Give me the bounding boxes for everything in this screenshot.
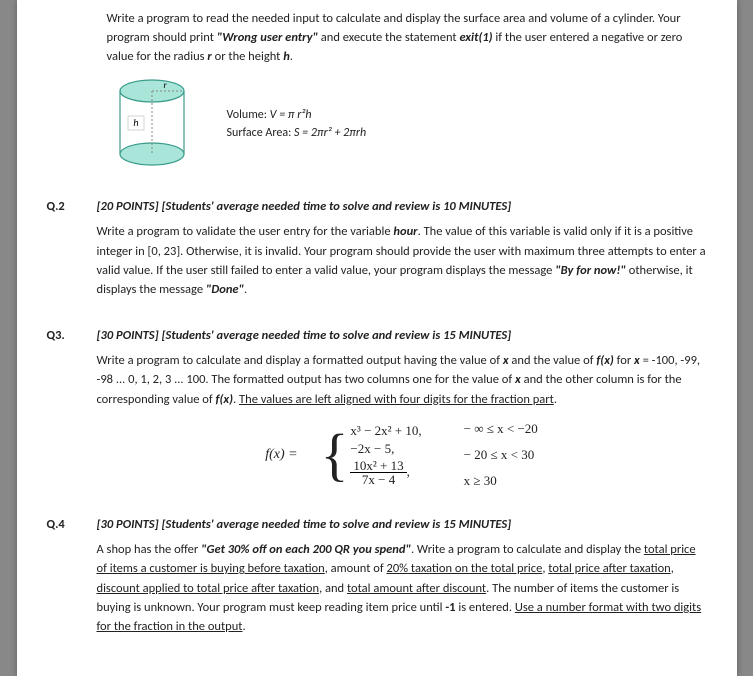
q4-u2: 20% taxation on the total price	[387, 561, 543, 576]
q4-neg1: -1	[445, 600, 455, 615]
formulas: Volume: V = π r²h Surface Area: S = 2πr²…	[227, 106, 367, 142]
q4-u4: discount applied to total price after ta…	[97, 581, 320, 596]
q4-b3: , amount of	[325, 561, 387, 576]
q3-b7: .	[554, 392, 557, 407]
q1-wrong: "Wrong user entry"	[217, 30, 318, 45]
q3-fx1: f(x)	[596, 353, 614, 368]
q4-b2: . Write a program to calculate and displ…	[411, 542, 644, 557]
q3-b2: and the value of	[509, 353, 597, 368]
volume-formula: Volume: V = π r²h	[227, 106, 367, 124]
piece2: −2x − 5,	[350, 441, 421, 457]
sa-eq: S = 2πr² + 2πrh	[294, 126, 366, 140]
q4-num: Q.4	[47, 517, 77, 532]
q4-b9: .	[243, 619, 246, 634]
q4-u3: total price after taxation	[548, 561, 670, 576]
q4-b6: , and	[319, 581, 347, 596]
q2-msg1: "By for now!"	[555, 263, 626, 278]
q4-b1: A shop has the offer	[97, 542, 202, 557]
p3-comma: ,	[407, 464, 410, 479]
brace-icon: {	[321, 429, 349, 481]
q1-h: h	[283, 49, 290, 64]
q2-body: Write a program to validate the user ent…	[97, 222, 707, 300]
q1-exit: exit(1)	[459, 30, 492, 45]
q4-head: [30 POINTS] [Students' average needed ti…	[97, 517, 512, 532]
q1-text2: and execute the statement	[318, 30, 459, 45]
q3-b3: for	[614, 353, 634, 368]
q2-header-row: Q.2 [20 POINTS] [Students' average neede…	[47, 199, 707, 214]
sa-label: Surface Area:	[227, 126, 295, 140]
q3-u: The values are left aligned with four di…	[239, 392, 554, 407]
q4-b8: is entered.	[456, 600, 515, 615]
q4-u5: total amount after discount	[347, 581, 486, 596]
q2-hour: hour	[393, 224, 417, 239]
q2-num: Q.2	[47, 199, 77, 214]
cond2: − 20 ≤ x < 30	[464, 447, 538, 463]
cylinder-icon: h r	[107, 76, 197, 171]
vol-eq: V = π r²h	[270, 108, 312, 122]
q3-b1: Write a program to calculate and display…	[97, 353, 503, 368]
q4-body: A shop has the offer "Get 30% off on eac…	[97, 540, 707, 637]
frac-num: 10x² + 13	[350, 459, 406, 474]
q2-b4: .	[244, 282, 247, 297]
q4-b5: ,	[671, 561, 674, 576]
conditions: − ∞ ≤ x < −20 − 20 ≤ x < 30 x ≥ 30	[464, 421, 538, 489]
q2-msg2: "Done"	[206, 282, 244, 297]
cylinder-row: h r Volume: V = π r²h Surface Area: S = …	[107, 76, 707, 171]
fraction: 10x² + 13 7x − 4	[350, 459, 406, 487]
q2-head: [20 POINTS] [Students' average needed ti…	[97, 199, 512, 214]
q1-body: Write a program to read the needed input…	[107, 10, 707, 66]
cyl-h-label: h	[133, 116, 138, 129]
q3-head: [30 POINTS] [Students' average needed ti…	[97, 328, 512, 343]
piecewise: x³ − 2x² + 10, −2x − 5, 10x² + 13 7x − 4…	[350, 423, 421, 487]
q1-text4: or the height	[212, 49, 283, 64]
surface-area-formula: Surface Area: S = 2πr² + 2πrh	[227, 124, 367, 142]
fx-label: f(x) =	[265, 447, 297, 463]
q3-body: Write a program to calculate and display…	[97, 351, 707, 409]
piece1: x³ − 2x² + 10,	[350, 423, 421, 439]
piece3: 10x² + 13 7x − 4 ,	[350, 459, 421, 487]
cond1: − ∞ ≤ x < −20	[464, 421, 538, 437]
q2-b1: Write a program to validate the user ent…	[97, 224, 394, 239]
q1-text5: .	[290, 49, 293, 64]
vol-label: Volume:	[227, 108, 270, 122]
q3-fx2: f(x)	[216, 392, 234, 407]
frac-den: 7x − 4	[359, 473, 398, 487]
q3-num: Q3.	[47, 328, 77, 343]
q3-header-row: Q3. [30 POINTS] [Students' average neede…	[47, 328, 707, 343]
brace-group: { x³ − 2x² + 10, −2x − 5, 10x² + 13 7x −…	[321, 423, 422, 487]
q4-header-row: Q.4 [30 POINTS] [Students' average neede…	[47, 517, 707, 532]
cond3: x ≥ 30	[464, 473, 538, 489]
q3-formula: f(x) = { x³ − 2x² + 10, −2x − 5, 10x² + …	[97, 421, 707, 489]
document-page: Write a program to read the needed input…	[17, 0, 737, 676]
q4-offer: "Get 30% off on each 200 QR you spend"	[201, 542, 411, 557]
